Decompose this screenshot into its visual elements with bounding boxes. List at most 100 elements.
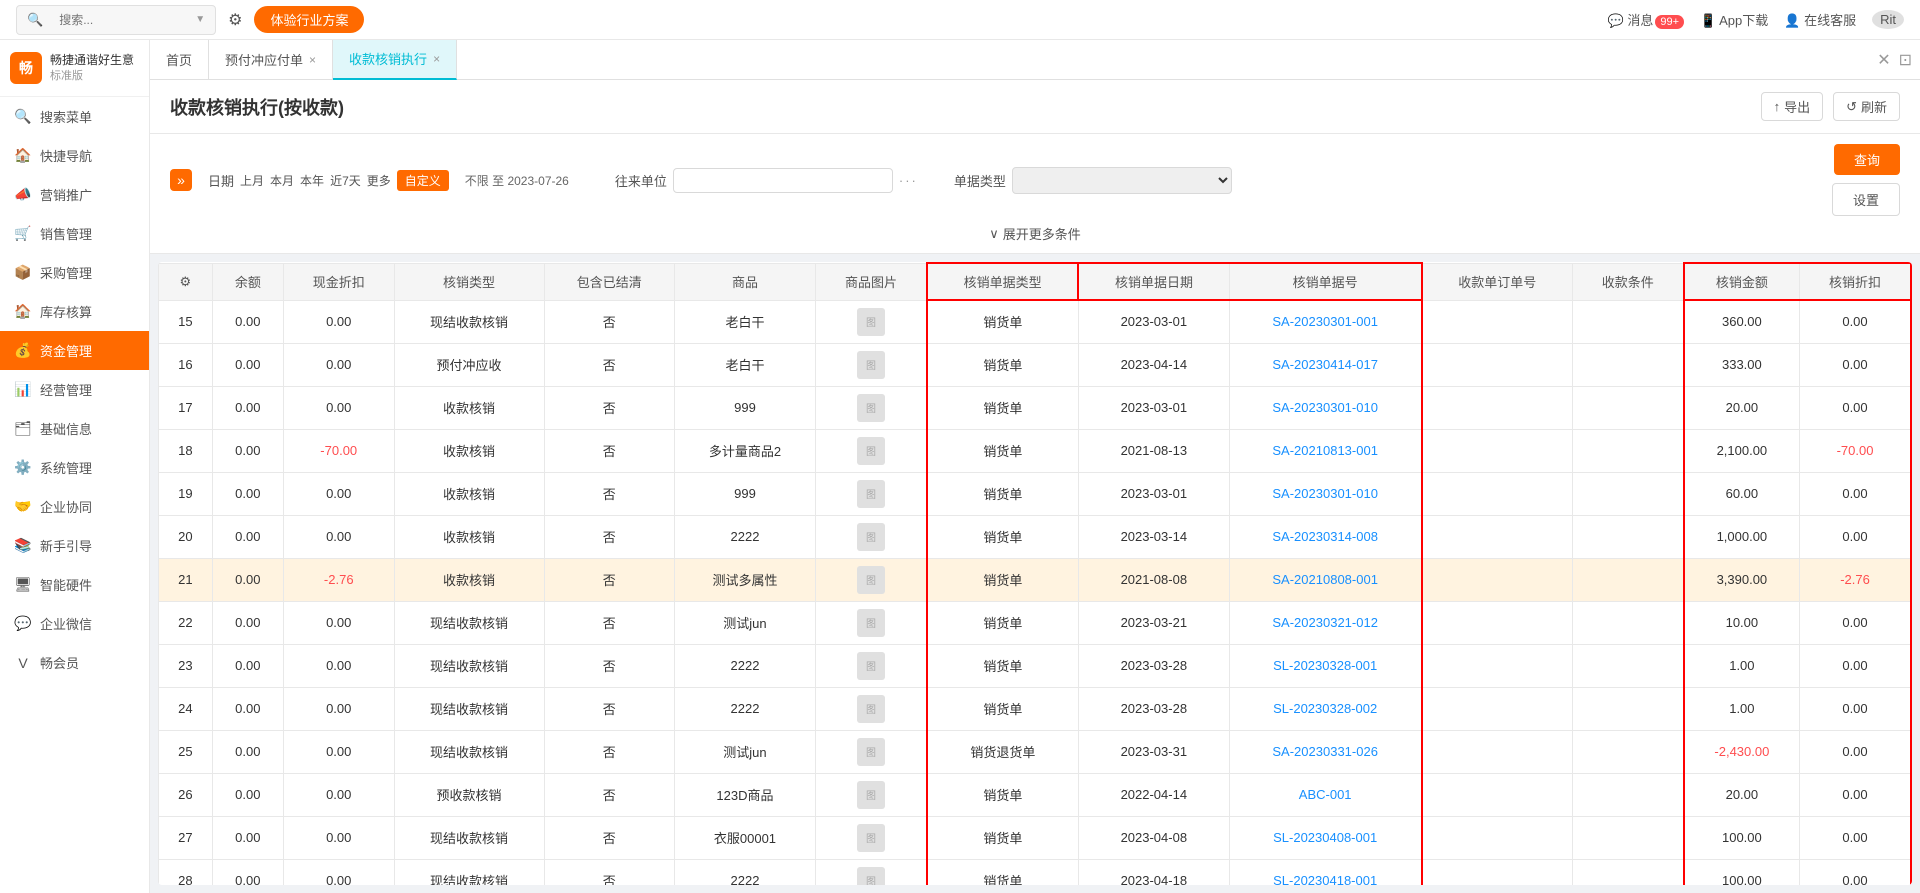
cell-cash-discount: 0.00 — [283, 816, 394, 859]
filter-settings-button[interactable]: 设置 — [1832, 183, 1900, 216]
maximize-icon[interactable]: ⊡ — [1899, 50, 1912, 70]
filter-collapse-button[interactable]: » — [170, 169, 192, 191]
search-input[interactable] — [49, 9, 189, 31]
cell-verify-no[interactable]: SL-20230418-001 — [1229, 859, 1421, 885]
receivable-tab-label: 收款核销执行 — [349, 49, 427, 68]
cell-include-settled: 否 — [544, 300, 674, 343]
cell-verify-no[interactable]: SA-20230301-010 — [1229, 386, 1421, 429]
cell-verify-type: 现结收款核销 — [394, 687, 544, 730]
cell-verify-no[interactable]: SL-20230408-001 — [1229, 816, 1421, 859]
search-icon: 🔍 — [14, 108, 32, 126]
sidebar-item-purchase[interactable]: 📦 采购管理 — [0, 253, 149, 292]
cell-verify-no[interactable]: SA-20230301-001 — [1229, 300, 1421, 343]
sidebar-item-member[interactable]: V 畅会员 — [0, 643, 149, 682]
tab-prepay[interactable]: 预付冲应付单 × — [209, 40, 333, 80]
cell-verify-no[interactable]: SA-20230414-017 — [1229, 343, 1421, 386]
home-icon: 🏠 — [14, 147, 32, 165]
sidebar-item-wechat[interactable]: 💬 企业微信 — [0, 604, 149, 643]
sidebar-item-label: 资金管理 — [40, 341, 92, 360]
sidebar-item-guide[interactable]: 📚 新手引导 — [0, 526, 149, 565]
cell-verify-type: 现结收款核销 — [394, 601, 544, 644]
cell-verify-no[interactable]: ABC-001 — [1229, 773, 1421, 816]
sidebar-item-finance[interactable]: 💰 资金管理 — [0, 331, 149, 370]
cell-product-image: 图 — [816, 644, 927, 687]
cell-verify-bill-type: 销货单 — [927, 558, 1079, 601]
cell-product: 2222 — [674, 515, 815, 558]
sidebar-item-basic[interactable]: 🗂 基础信息 — [0, 409, 149, 448]
cell-receipt-condition — [1572, 730, 1683, 773]
sidebar-item-inventory[interactable]: 🏠 库存核算 — [0, 292, 149, 331]
cell-product-image: 图 — [816, 859, 927, 885]
cell-include-settled: 否 — [544, 558, 674, 601]
cell-verify-no[interactable]: SA-20210813-001 — [1229, 429, 1421, 472]
date-custom-button[interactable]: 自定义 — [397, 170, 449, 191]
sidebar-item-system[interactable]: ⚙️ 系统管理 — [0, 448, 149, 487]
cell-verify-no[interactable]: SL-20230328-001 — [1229, 644, 1421, 687]
cell-receipt-order-no — [1422, 472, 1573, 515]
table-row: 21 0.00 -2.76 收款核销 否 测试多属性 图 销货单 2021-08… — [159, 558, 1912, 601]
table-area[interactable]: ⚙ 余额 现金折扣 核销类型 包含已结清 商品 商品图片 核销单据类型 核销单据… — [158, 262, 1912, 885]
expand-more-button[interactable]: ∨ 展开更多条件 — [989, 224, 1081, 243]
sidebar-item-label: 快捷导航 — [40, 146, 92, 165]
cell-receipt-condition — [1572, 515, 1683, 558]
cell-verify-no[interactable]: SA-20230314-008 — [1229, 515, 1421, 558]
app-download-btn[interactable]: 📱 App下载 — [1700, 10, 1768, 29]
sidebar-item-operations[interactable]: 📊 经营管理 — [0, 370, 149, 409]
home-tab-label: 首页 — [166, 50, 192, 69]
sidebar-item-shortcut[interactable]: 🏠 快捷导航 — [0, 136, 149, 175]
sidebar-item-search[interactable]: 🔍 搜索菜单 — [0, 97, 149, 136]
cell-verify-no[interactable]: SA-20230301-010 — [1229, 472, 1421, 515]
sidebar-item-label: 库存核算 — [40, 302, 92, 321]
guide-icon: 📚 — [14, 537, 32, 555]
page-header: 收款核销执行(按收款) ↑ 导出 ↺ 刷新 — [150, 80, 1920, 134]
cell-product: 测试多属性 — [674, 558, 815, 601]
tab-receivable[interactable]: 收款核销执行 × — [333, 40, 457, 80]
cell-verify-amount: 20.00 — [1684, 386, 1800, 429]
basic-icon: 🗂 — [14, 420, 32, 438]
cell-product-image: 图 — [816, 687, 927, 730]
sidebar-item-marketing[interactable]: 📣 营销推广 — [0, 175, 149, 214]
message-btn[interactable]: 💬 消息99+ — [1608, 10, 1685, 29]
user-avatar[interactable]: Rit — [1872, 10, 1904, 29]
th-cash-discount: 现金折扣 — [283, 263, 394, 300]
cell-verify-bill-type: 销货单 — [927, 816, 1079, 859]
receivable-tab-close[interactable]: × — [433, 52, 440, 66]
date-option-last-month[interactable]: 上月 — [240, 172, 264, 189]
th-settings[interactable]: ⚙ — [159, 263, 213, 300]
cell-verify-bill-type: 销货单 — [927, 515, 1079, 558]
cell-product: 123D商品 — [674, 773, 815, 816]
th-verify-bill-type: 核销单据类型 — [927, 263, 1079, 300]
date-option-7days[interactable]: 近7天 — [330, 172, 361, 189]
date-option-this-month[interactable]: 本月 — [270, 172, 294, 189]
bill-type-select[interactable] — [1012, 167, 1232, 194]
cell-verify-no[interactable]: SA-20210808-001 — [1229, 558, 1421, 601]
date-option-more[interactable]: 更多 — [367, 172, 391, 189]
sidebar-item-sales[interactable]: 🛒 销售管理 — [0, 214, 149, 253]
cell-verify-no[interactable]: SL-20230328-002 — [1229, 687, 1421, 730]
close-tab-icon[interactable]: ✕ — [1877, 50, 1890, 70]
trial-btn[interactable]: 体验行业方案 — [254, 6, 364, 33]
cell-verify-amount: 3,390.00 — [1684, 558, 1800, 601]
query-button[interactable]: 查询 — [1834, 144, 1900, 175]
refresh-button[interactable]: ↺ 刷新 — [1833, 92, 1900, 121]
cell-product-image: 图 — [816, 558, 927, 601]
export-icon: ↑ — [1774, 99, 1781, 114]
cell-verify-no[interactable]: SA-20230331-026 — [1229, 730, 1421, 773]
export-button[interactable]: ↑ 导出 — [1761, 92, 1824, 121]
tab-home[interactable]: 首页 — [150, 40, 209, 80]
date-option-this-year[interactable]: 本年 — [300, 172, 324, 189]
sidebar-item-enterprise[interactable]: 🤝 企业协同 — [0, 487, 149, 526]
cell-verify-bill-type: 销货单 — [927, 300, 1079, 343]
settings-icon[interactable]: ⚙ — [228, 10, 242, 30]
cell-verify-date: 2023-03-01 — [1078, 300, 1229, 343]
cell-verify-type: 收款核销 — [394, 515, 544, 558]
sidebar-item-hardware[interactable]: 🖥 智能硬件 — [0, 565, 149, 604]
main-area: 首页 预付冲应付单 × 收款核销执行 × ✕ ⊡ 收款核销执行(按收款) — [150, 40, 1920, 893]
cell-balance: 0.00 — [212, 601, 283, 644]
search-wrap[interactable]: 🔍 ▼ — [16, 5, 216, 35]
cell-balance: 0.00 — [212, 472, 283, 515]
online-service-btn[interactable]: 👤 在线客服 — [1784, 10, 1856, 29]
prepay-tab-close[interactable]: × — [309, 53, 316, 67]
cell-verify-no[interactable]: SA-20230321-012 — [1229, 601, 1421, 644]
partner-input[interactable] — [673, 168, 893, 193]
